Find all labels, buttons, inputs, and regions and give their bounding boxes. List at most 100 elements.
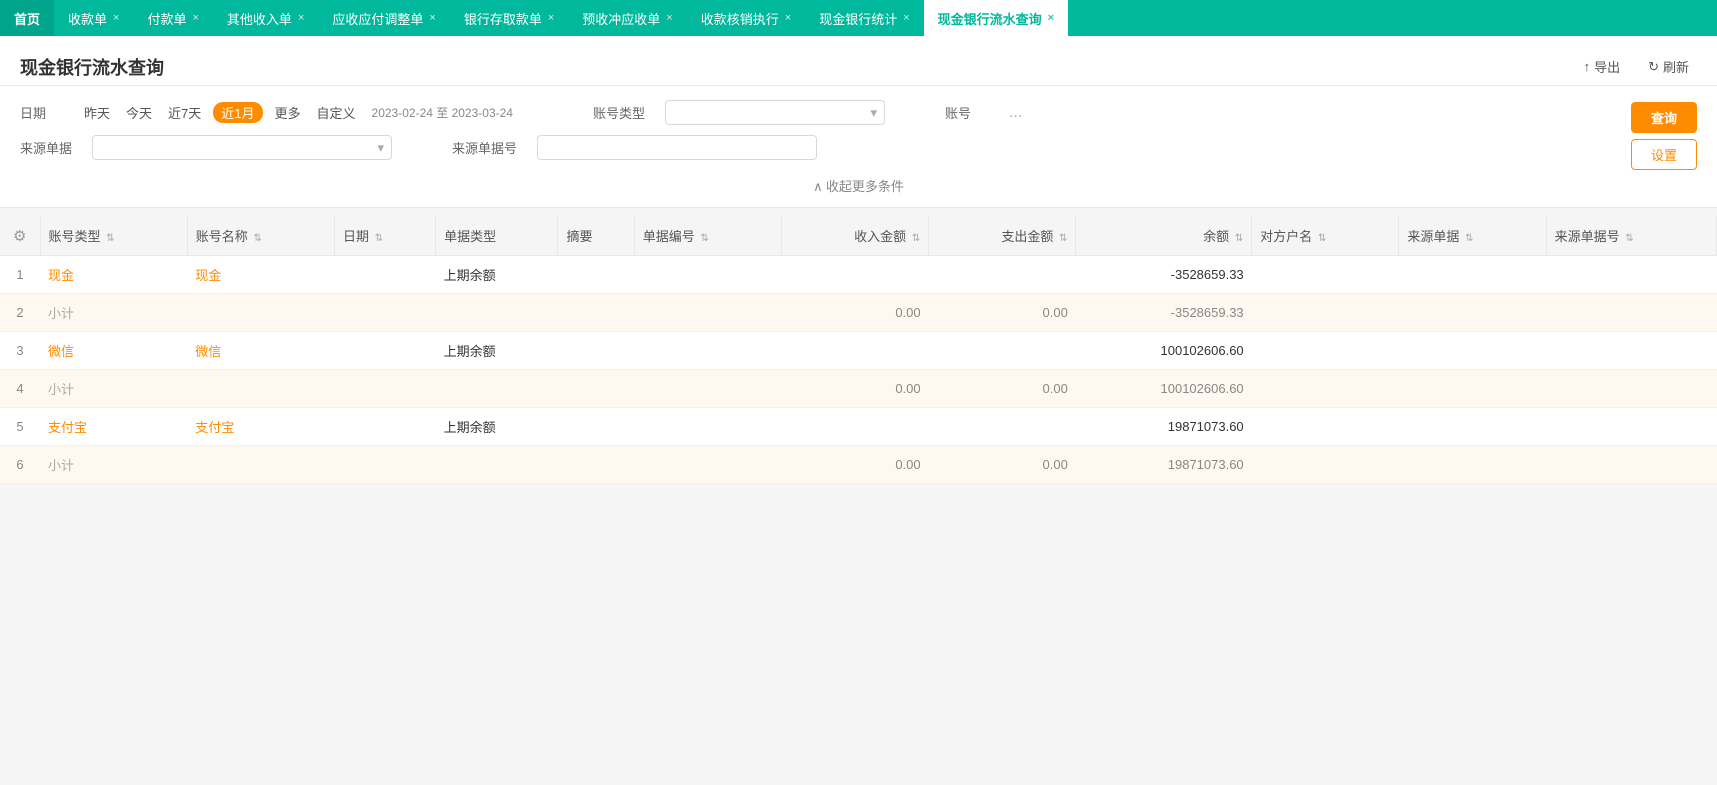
cell-source-doc — [1399, 256, 1546, 294]
cell-account-type: 现金 — [40, 256, 187, 294]
cell-date — [334, 294, 435, 332]
nav-other-income[interactable]: 其他收入单 × — [213, 0, 318, 36]
page-content: 现金银行流水查询 ↑ 导出 ↻ 刷新 日期 昨天 今天 近7天 — [0, 36, 1717, 484]
nav-bank-deposit-close[interactable]: × — [548, 12, 554, 24]
cell-doc-no — [634, 370, 781, 408]
page-title: 现金银行流水查询 — [20, 54, 164, 80]
col-source-doc-no-label: 来源单据号 — [1555, 229, 1620, 244]
cell-index: 1 — [0, 256, 40, 294]
nav-prepay-close[interactable]: × — [666, 12, 672, 24]
cell-doc-no — [634, 332, 781, 370]
refresh-icon: ↻ — [1648, 59, 1659, 75]
nav-verify[interactable]: 收款核销执行 × — [687, 0, 805, 36]
source-doc-no-input[interactable] — [537, 135, 817, 160]
col-balance[interactable]: 余额 ⇅ — [1076, 216, 1252, 256]
cell-balance: 19871073.60 — [1076, 446, 1252, 484]
table-row: 6小计0.000.0019871073.60 — [0, 446, 1717, 484]
cell-account-name: 支付宝 — [187, 408, 334, 446]
date-7days[interactable]: 近7天 — [164, 101, 205, 124]
nav-prepay[interactable]: 预收冲应收单 × — [568, 0, 686, 36]
col-source-doc-no[interactable]: 来源单据号 ⇅ — [1546, 216, 1716, 256]
cell-date — [334, 332, 435, 370]
col-expense[interactable]: 支出金额 ⇅ — [929, 216, 1076, 256]
date-1month[interactable]: 近1月 — [213, 102, 262, 123]
cell-summary — [558, 294, 634, 332]
col-account-type-sort-icon: ⇅ — [106, 233, 114, 244]
col-source-doc-label: 来源单据 — [1407, 229, 1459, 244]
col-account-type-label: 账号类型 — [49, 229, 101, 244]
collapse-label: 收起更多条件 — [826, 179, 904, 194]
settings-button[interactable]: 设置 — [1631, 139, 1697, 170]
col-source-doc-no-sort-icon: ⇅ — [1625, 233, 1633, 244]
col-doc-no[interactable]: 单据编号 ⇅ — [634, 216, 781, 256]
cell-balance: -3528659.33 — [1076, 256, 1252, 294]
nav-stats[interactable]: 现金银行统计 × — [805, 0, 923, 36]
nav-other-income-label: 其他收入单 — [227, 9, 292, 28]
cell-doc-type — [436, 370, 558, 408]
col-gear-header[interactable]: ⚙ — [0, 216, 40, 256]
date-more[interactable]: 更多 — [271, 101, 305, 124]
nav-other-income-close[interactable]: × — [298, 12, 304, 24]
topnav: 首页 收款单 × 付款单 × 其他收入单 × 应收应付调整单 × 银行存取款单 … — [0, 0, 1717, 36]
col-account-type[interactable]: 账号类型 ⇅ — [40, 216, 187, 256]
cell-balance: 19871073.60 — [1076, 408, 1252, 446]
cell-account-name — [187, 446, 334, 484]
nav-adjustment[interactable]: 应收应付调整单 × — [318, 0, 449, 36]
refresh-button[interactable]: ↻ 刷新 — [1640, 53, 1697, 80]
table-body: 1现金现金上期余额-3528659.332小计0.000.00-3528659.… — [0, 256, 1717, 484]
cell-counterpart — [1252, 294, 1399, 332]
cell-source-doc-no — [1546, 256, 1716, 294]
nav-adjustment-label: 应收应付调整单 — [332, 9, 423, 28]
cell-index: 3 — [0, 332, 40, 370]
nav-receipts-close[interactable]: × — [113, 12, 119, 24]
cell-source-doc-no — [1546, 446, 1716, 484]
query-button[interactable]: 查询 — [1631, 102, 1697, 133]
col-counterpart-label: 对方户名 — [1260, 229, 1312, 244]
cell-counterpart — [1252, 256, 1399, 294]
date-custom[interactable]: 自定义 — [313, 101, 360, 124]
export-button[interactable]: ↑ 导出 — [1576, 53, 1629, 80]
col-income-sort-icon: ⇅ — [912, 233, 920, 244]
col-counterpart[interactable]: 对方户名 ⇅ — [1252, 216, 1399, 256]
nav-flow-query[interactable]: 现金银行流水查询 × — [924, 0, 1068, 36]
cell-summary — [558, 256, 634, 294]
account-dots-button[interactable]: ... — [1005, 104, 1026, 122]
cell-summary — [558, 332, 634, 370]
date-yesterday[interactable]: 昨天 — [80, 101, 114, 124]
nav-flow-query-close[interactable]: × — [1048, 12, 1054, 24]
col-doc-no-sort-icon: ⇅ — [700, 233, 708, 244]
cell-source-doc — [1399, 370, 1546, 408]
cell-expense — [929, 256, 1076, 294]
nav-stats-close[interactable]: × — [903, 12, 909, 24]
col-date[interactable]: 日期 ⇅ — [334, 216, 435, 256]
account-type-select[interactable] — [665, 100, 885, 125]
col-account-name[interactable]: 账号名称 ⇅ — [187, 216, 334, 256]
source-doc-select[interactable] — [92, 135, 392, 160]
filter-area: 日期 昨天 今天 近7天 近1月 更多 自定义 2023-02-24 至 202… — [0, 86, 1717, 208]
nav-home[interactable]: 首页 — [0, 0, 54, 36]
col-counterpart-sort-icon: ⇅ — [1318, 233, 1326, 244]
date-today[interactable]: 今天 — [122, 101, 156, 124]
cell-counterpart — [1252, 408, 1399, 446]
filter-row-1: 日期 昨天 今天 近7天 近1月 更多 自定义 2023-02-24 至 202… — [20, 100, 1611, 125]
nav-payments-close[interactable]: × — [192, 12, 198, 24]
cell-date — [334, 408, 435, 446]
collapse-bar[interactable]: ∧ 收起更多条件 — [20, 170, 1697, 197]
col-income[interactable]: 收入金额 ⇅ — [781, 216, 928, 256]
cell-expense — [929, 332, 1076, 370]
col-summary-label: 摘要 — [566, 229, 592, 244]
date-shortcuts: 昨天 今天 近7天 近1月 更多 自定义 2023-02-24 至 2023-0… — [80, 101, 513, 124]
cell-source-doc — [1399, 294, 1546, 332]
nav-adjustment-close[interactable]: × — [429, 12, 435, 24]
cell-summary — [558, 408, 634, 446]
nav-payments[interactable]: 付款单 × — [133, 0, 212, 36]
nav-verify-close[interactable]: × — [785, 12, 791, 24]
col-expense-sort-icon: ⇅ — [1059, 233, 1067, 244]
cell-doc-no — [634, 256, 781, 294]
cell-balance: 100102606.60 — [1076, 370, 1252, 408]
cell-source-doc-no — [1546, 408, 1716, 446]
col-source-doc[interactable]: 来源单据 ⇅ — [1399, 216, 1546, 256]
nav-stats-label: 现金银行统计 — [819, 9, 897, 28]
nav-receipts[interactable]: 收款单 × — [54, 0, 133, 36]
nav-bank-deposit[interactable]: 银行存取款单 × — [450, 0, 568, 36]
